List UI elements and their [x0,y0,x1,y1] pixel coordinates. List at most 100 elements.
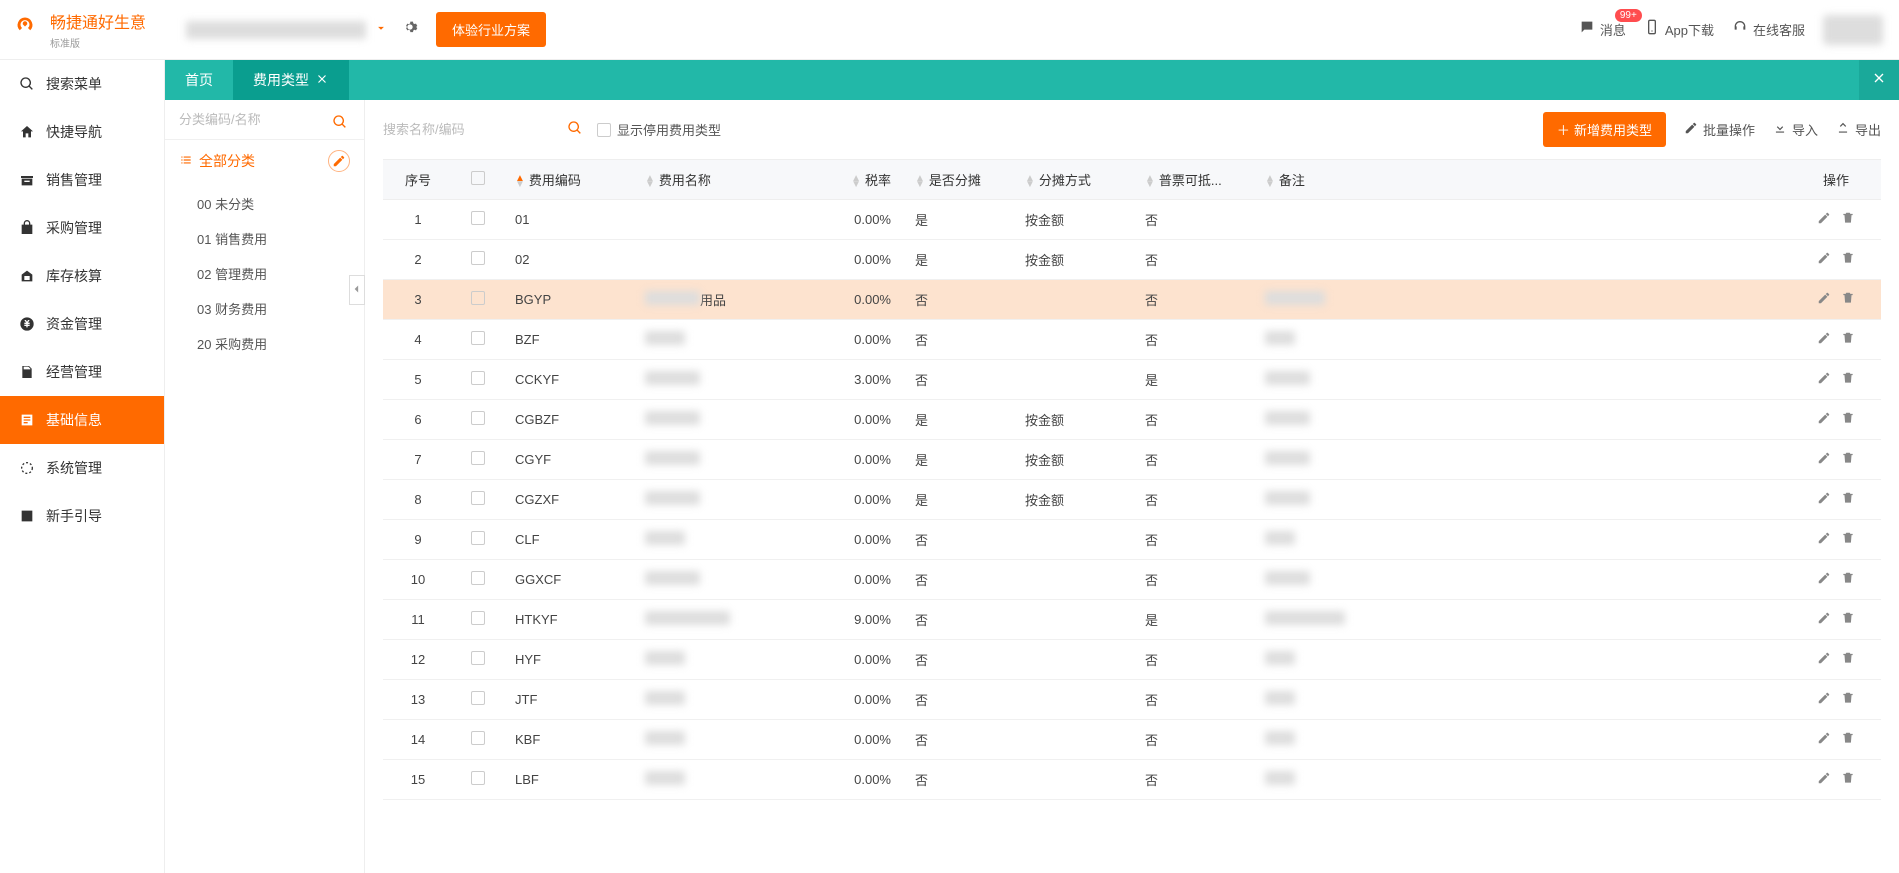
col-seq[interactable]: 序号 [383,160,453,200]
table-row[interactable]: 10 GGXCF 0.00% 否 否 [383,560,1881,600]
table-row[interactable]: 1 01 0.00% 是 按金额 否 [383,200,1881,240]
sidebar-item-finance[interactable]: 资金管理 [0,300,164,348]
table-row[interactable]: 2 02 0.00% 是 按金额 否 [383,240,1881,280]
table-row[interactable]: 3 BGYP 用品 0.00% 否 否 [383,280,1881,320]
edit-row-icon[interactable] [1817,451,1831,468]
edit-row-icon[interactable] [1817,211,1831,228]
sidebar-item-business[interactable]: 经营管理 [0,348,164,396]
export-link[interactable]: 导出 [1836,120,1881,139]
cell-checkbox[interactable] [453,440,503,480]
tab-expense-type[interactable]: 费用类型 [233,60,349,100]
delete-row-icon[interactable] [1841,451,1855,468]
category-item[interactable]: 20 采购费用 [165,326,364,361]
cell-checkbox[interactable] [453,520,503,560]
delete-row-icon[interactable] [1841,611,1855,628]
close-all-tabs[interactable] [1859,60,1899,100]
sidebar-item-system[interactable]: 系统管理 [0,444,164,492]
delete-row-icon[interactable] [1841,651,1855,668]
delete-row-icon[interactable] [1841,251,1855,268]
category-all[interactable]: 全部分类 [165,139,364,182]
edit-row-icon[interactable] [1817,411,1831,428]
message-link[interactable]: 消息 99+ [1579,19,1626,40]
edit-row-icon[interactable] [1817,731,1831,748]
delete-row-icon[interactable] [1841,291,1855,308]
col-alloc[interactable]: ▲▼是否分摊 [903,160,1013,200]
edit-category-icon[interactable] [328,150,350,172]
edit-row-icon[interactable] [1817,291,1831,308]
sidebar-item-sales[interactable]: 销售管理 [0,156,164,204]
category-item[interactable]: 02 管理费用 [165,256,364,291]
edit-row-icon[interactable] [1817,251,1831,268]
cell-checkbox[interactable] [453,320,503,360]
delete-row-icon[interactable] [1841,531,1855,548]
table-row[interactable]: 6 CGBZF 0.00% 是 按金额 否 [383,400,1881,440]
import-link[interactable]: 导入 [1773,120,1818,139]
table-row[interactable]: 14 KBF 0.00% 否 否 [383,720,1881,760]
col-method[interactable]: ▲▼分摊方式 [1013,160,1133,200]
close-icon[interactable] [315,72,329,89]
edit-row-icon[interactable] [1817,691,1831,708]
sidebar-item-basicinfo[interactable]: 基础信息 [0,396,164,444]
table-row[interactable]: 8 CGZXF 0.00% 是 按金额 否 [383,480,1881,520]
search-icon[interactable] [332,114,348,135]
col-remark[interactable]: ▲▼备注 [1253,160,1791,200]
category-item[interactable]: 03 财务费用 [165,291,364,326]
cell-checkbox[interactable] [453,360,503,400]
edit-row-icon[interactable] [1817,611,1831,628]
cell-checkbox[interactable] [453,480,503,520]
table-row[interactable]: 15 LBF 0.00% 否 否 [383,760,1881,800]
col-ordinary[interactable]: ▲▼普票可抵... [1133,160,1253,200]
table-scroll[interactable]: 序号 ▲▼费用编码 ▲▼费用名称 ▲▼税率 ▲▼是否分摊 ▲▼分摊方式 ▲▼普票… [383,159,1881,800]
cell-checkbox[interactable] [453,560,503,600]
category-search-input[interactable] [179,112,350,127]
edit-row-icon[interactable] [1817,651,1831,668]
add-expense-type-button[interactable]: ＋ 新增费用类型 [1543,112,1666,147]
batch-ops-link[interactable]: 批量操作 [1684,120,1755,139]
delete-row-icon[interactable] [1841,371,1855,388]
table-row[interactable]: 13 JTF 0.00% 否 否 [383,680,1881,720]
col-code[interactable]: ▲▼费用编码 [503,160,633,200]
col-rate[interactable]: ▲▼税率 [803,160,903,200]
table-row[interactable]: 7 CGYF 0.00% 是 按金额 否 [383,440,1881,480]
edit-row-icon[interactable] [1817,371,1831,388]
sidebar-item-guide[interactable]: 新手引导 [0,492,164,540]
table-search-input[interactable] [383,118,583,142]
table-row[interactable]: 12 HYF 0.00% 否 否 [383,640,1881,680]
edit-row-icon[interactable] [1817,531,1831,548]
cell-checkbox[interactable] [453,600,503,640]
collapse-panel-handle[interactable] [349,275,365,305]
cell-checkbox[interactable] [453,640,503,680]
cell-checkbox[interactable] [453,400,503,440]
delete-row-icon[interactable] [1841,411,1855,428]
tenant-selector[interactable] [186,21,388,39]
category-item[interactable]: 00 未分类 [165,186,364,221]
show-disabled-checkbox[interactable]: 显示停用费用类型 [597,120,721,139]
category-item[interactable]: 01 销售费用 [165,221,364,256]
table-row[interactable]: 4 BZF 0.00% 否 否 [383,320,1881,360]
table-row[interactable]: 11 HTKYF 9.00% 否 是 [383,600,1881,640]
table-row[interactable]: 5 CCKYF 3.00% 否 是 [383,360,1881,400]
sidebar-item-home[interactable]: 快捷导航 [0,108,164,156]
delete-row-icon[interactable] [1841,211,1855,228]
edit-row-icon[interactable] [1817,491,1831,508]
experience-industry-button[interactable]: 体验行业方案 [436,12,546,47]
edit-row-icon[interactable] [1817,571,1831,588]
sidebar-item-purchase[interactable]: 采购管理 [0,204,164,252]
tab-home[interactable]: 首页 [165,60,233,100]
delete-row-icon[interactable] [1841,331,1855,348]
table-row[interactable]: 9 CLF 0.00% 否 否 [383,520,1881,560]
delete-row-icon[interactable] [1841,731,1855,748]
cell-checkbox[interactable] [453,200,503,240]
cell-checkbox[interactable] [453,240,503,280]
sidebar-item-search-menu[interactable]: 搜索菜单 [0,60,164,108]
cell-checkbox[interactable] [453,720,503,760]
cell-checkbox[interactable] [453,760,503,800]
search-icon[interactable] [567,120,583,141]
delete-row-icon[interactable] [1841,571,1855,588]
app-download-link[interactable]: App下载 [1644,19,1714,40]
col-name[interactable]: ▲▼费用名称 [633,160,803,200]
gear-icon[interactable] [402,19,418,40]
edit-row-icon[interactable] [1817,331,1831,348]
col-checkbox[interactable] [453,160,503,200]
edit-row-icon[interactable] [1817,771,1831,788]
